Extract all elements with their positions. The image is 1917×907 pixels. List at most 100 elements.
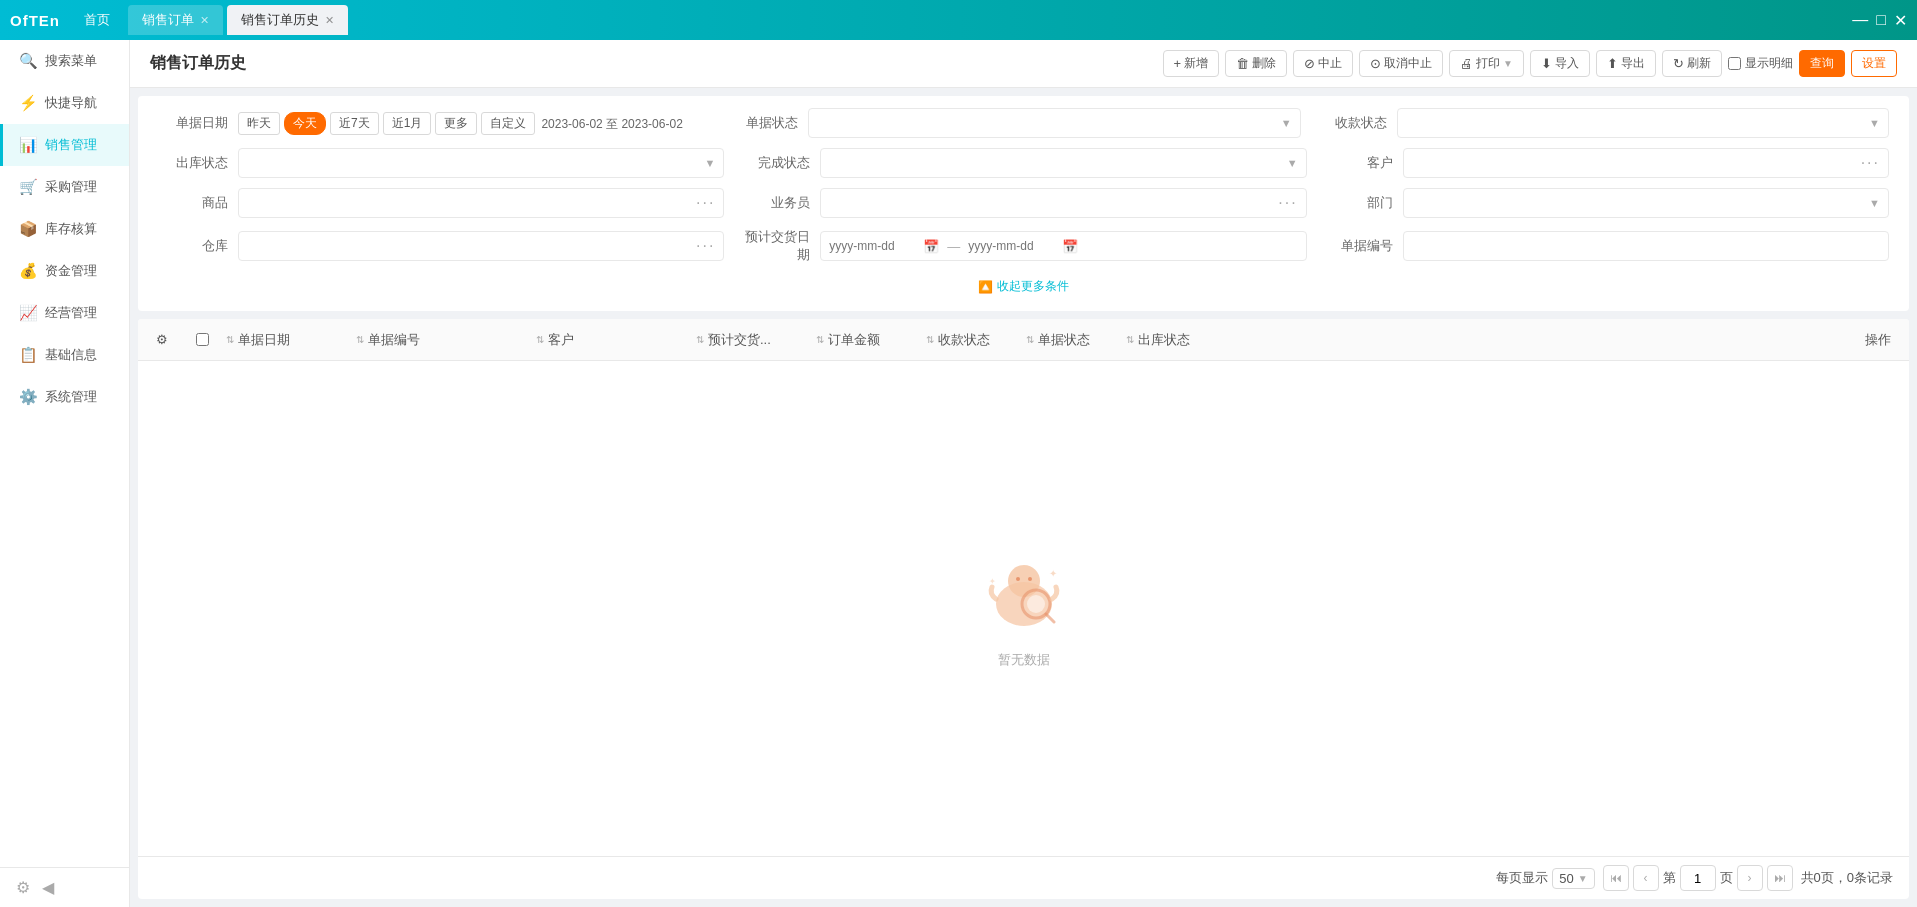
sidebar-item-sales[interactable]: 📊 销售管理 [0,124,129,166]
print-button[interactable]: 🖨 打印 ▼ [1449,50,1524,77]
page-size-select-box[interactable]: 50 ▼ [1552,868,1594,889]
last-page-button[interactable]: ⏭ [1767,865,1793,891]
tab-sales-order[interactable]: 销售订单 ✕ [128,5,223,35]
table-col-doc-status[interactable]: ⇅ 单据状态 [1018,331,1118,349]
first-page-button[interactable]: ⏮ [1603,865,1629,891]
date-today-btn[interactable]: 今天 [284,112,326,135]
table-col-warehouse-status[interactable]: ⇅ 出库状态 [1118,331,1218,349]
sidebar-item-purchase[interactable]: 🛒 采购管理 [0,166,129,208]
sort-icon-amount: ⇅ [816,334,824,345]
svg-point-3 [1028,577,1032,581]
payment-dropdown[interactable]: ▼ [1397,108,1889,138]
sidebar-item-basic-info[interactable]: 📋 基础信息 [0,334,129,376]
page-size-value: 50 [1559,871,1573,886]
sidebar-settings-icon[interactable]: ⚙ [16,878,30,897]
warehouse-out-dropdown[interactable]: ▼ [238,148,724,178]
sort-icon-payment: ⇅ [926,334,934,345]
delete-button[interactable]: 🗑 删除 [1225,50,1287,77]
page-number-input[interactable] [1680,865,1716,891]
sidebar-finance-label: 资金管理 [45,262,97,280]
settings-button[interactable]: 设置 [1851,50,1897,77]
collapse-row[interactable]: 🔼 收起更多条件 [158,274,1889,299]
col-status-label: 单据状态 [1038,331,1090,349]
table-col-amount[interactable]: ⇅ 订单金额 [808,331,918,349]
query-button[interactable]: 查询 [1799,50,1845,77]
cancel-stop-label: 取消中止 [1384,55,1432,72]
customer-field[interactable]: ··· [1403,148,1889,178]
table-col-delivery[interactable]: ⇅ 预计交货... [688,331,808,349]
table-col-checkbox[interactable] [188,333,218,346]
refresh-button[interactable]: ↻ 刷新 [1662,50,1722,77]
minimize-icon[interactable]: — [1852,11,1868,29]
delivery-date-start[interactable] [829,239,919,253]
goods-label: 商品 [158,194,238,212]
table-col-payment-status[interactable]: ⇅ 收款状态 [918,331,1018,349]
sidebar-item-operations[interactable]: 📈 经营管理 [0,292,129,334]
date-yesterday-btn[interactable]: 昨天 [238,112,280,135]
tab-sales-order-history[interactable]: 销售订单历史 ✕ [227,5,348,35]
page-size-selector: 每页显示 50 ▼ [1496,868,1594,889]
table-col-settings[interactable]: ⚙ [148,332,188,347]
sidebar-inventory-label: 库存核算 [45,220,97,238]
sidebar-collapse-icon[interactable]: ◀ [42,878,54,897]
salesman-field[interactable]: ··· [820,188,1306,218]
import-button[interactable]: ⬇ 导入 [1530,50,1590,77]
refresh-icon: ↻ [1673,56,1684,71]
export-button[interactable]: ⬆ 导出 [1596,50,1656,77]
tab-home[interactable]: 首页 [70,5,124,35]
empty-text: 暂无数据 [998,651,1050,669]
table-col-number[interactable]: ⇅ 单据编号 [348,331,528,349]
date-1month-btn[interactable]: 近1月 [383,112,432,135]
status-dropdown[interactable]: ▼ [808,108,1300,138]
date-7days-btn[interactable]: 近7天 [330,112,379,135]
export-label: 导出 [1621,55,1645,72]
next-page-button[interactable]: › [1737,865,1763,891]
storage-field[interactable]: ··· [238,231,724,261]
goods-field[interactable]: ··· [238,188,724,218]
sidebar-bottom: ⚙ ◀ [0,867,129,907]
customer-label: 客户 [1323,154,1403,172]
svg-point-1 [1008,565,1040,597]
sidebar-item-inventory[interactable]: 📦 库存核算 [0,208,129,250]
complete-dropdown[interactable]: ▼ [820,148,1306,178]
sort-icon-number: ⇅ [356,334,364,345]
sidebar-item-quicknav[interactable]: ⚡ 快捷导航 [0,82,129,124]
prev-page-button[interactable]: ‹ [1633,865,1659,891]
sales-order-tab-close[interactable]: ✕ [200,14,209,27]
status-label: 单据状态 [728,114,808,132]
storage-label: 仓库 [158,237,238,255]
stop-button[interactable]: ⊘ 中止 [1293,50,1353,77]
dept-dropdown[interactable]: ▼ [1403,188,1889,218]
sidebar-item-search[interactable]: 🔍 搜索菜单 [0,40,129,82]
page-size-label: 每页显示 [1496,869,1548,887]
table-col-customer[interactable]: ⇅ 客户 [528,331,688,349]
empty-illustration: ✦ ✦ 暂无数据 [974,549,1074,669]
cancel-stop-button[interactable]: ⊙ 取消中止 [1359,50,1443,77]
col-date-label: 单据日期 [238,331,290,349]
maximize-icon[interactable]: □ [1876,11,1886,29]
cancel-stop-icon: ⊙ [1370,56,1381,71]
delivery-date-end[interactable] [968,239,1058,253]
system-icon: ⚙️ [19,388,37,406]
svg-text:✦: ✦ [1049,568,1057,579]
delivery-date-end-calendar-icon[interactable]: 📅 [1062,239,1078,254]
new-button[interactable]: + 新增 [1163,50,1220,77]
select-all-checkbox[interactable] [196,333,209,346]
display-detail-checkbox[interactable] [1728,57,1741,70]
settings-gear-icon[interactable]: ⚙ [156,332,168,347]
table-col-date[interactable]: ⇅ 单据日期 [218,331,348,349]
date-custom-btn[interactable]: 自定义 [481,112,535,135]
filter-row-1: 单据日期 昨天 今天 近7天 近1月 更多 自定义 2023-06-02 至 2… [158,108,1889,138]
sidebar-system-label: 系统管理 [45,388,97,406]
sidebar-item-system[interactable]: ⚙️ 系统管理 [0,376,129,418]
doc-number-field[interactable] [1403,231,1889,261]
stop-icon: ⊘ [1304,56,1315,71]
close-icon[interactable]: ✕ [1894,11,1907,30]
col-delivery-label: 预计交货... [708,331,771,349]
sidebar-item-finance[interactable]: 💰 资金管理 [0,250,129,292]
dept-arrow-icon: ▼ [1869,197,1880,209]
sales-order-history-tab-close[interactable]: ✕ [325,14,334,27]
date-more-btn[interactable]: 更多 [435,112,477,135]
date-filter-group: 昨天 今天 近7天 近1月 更多 自定义 2023-06-02 至 2023-0… [238,112,712,135]
delivery-date-start-calendar-icon[interactable]: 📅 [923,239,939,254]
